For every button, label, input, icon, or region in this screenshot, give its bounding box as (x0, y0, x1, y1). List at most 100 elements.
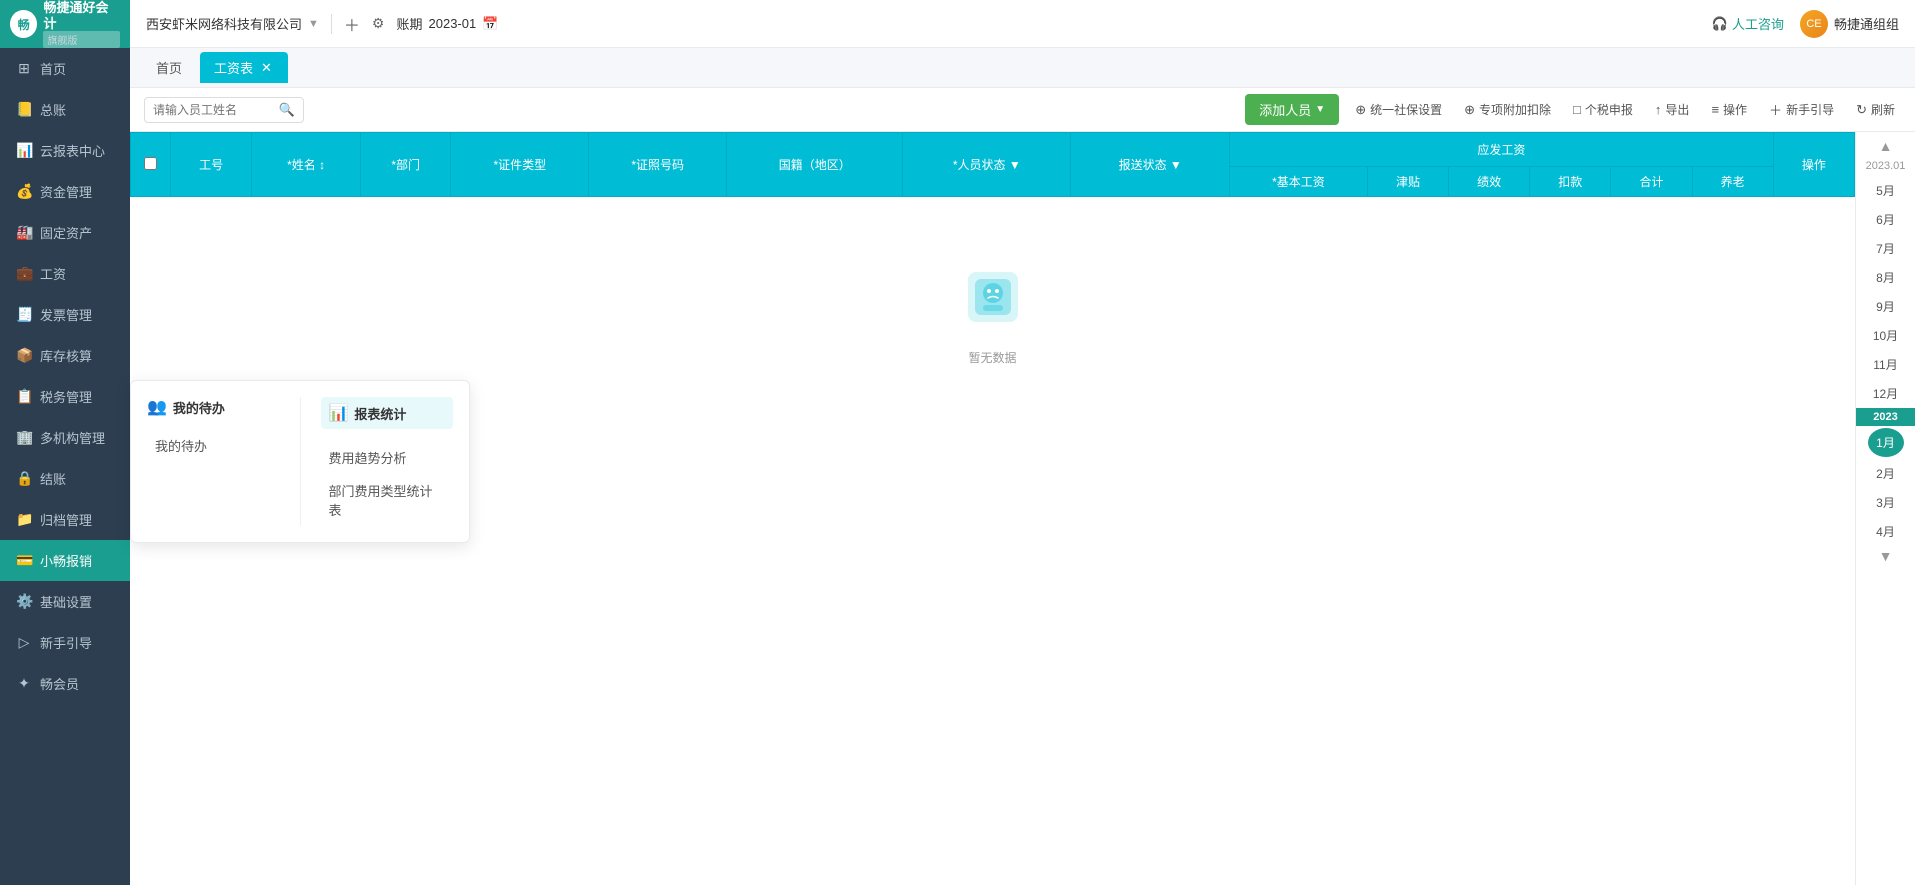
logo-title: 畅捷通好会计 (43, 0, 120, 31)
topbar-add-button[interactable]: ＋ (344, 12, 360, 36)
month-1-2023-active[interactable]: 1月 (1868, 428, 1904, 457)
sidebar-label-asset: 固定资产 (40, 223, 92, 242)
current-year-badge: 2023 (1856, 408, 1915, 426)
month-11-2022[interactable]: 11月 (1856, 350, 1915, 379)
month-8-2022[interactable]: 8月 (1856, 263, 1915, 292)
sidebar-item-fund[interactable]: 💰 资金管理 (0, 171, 130, 212)
tab-salary[interactable]: 工资表 ✕ (200, 52, 288, 83)
export-icon: ↑ (1655, 102, 1662, 117)
sidebar-item-asset[interactable]: 🏭 固定资产 (0, 212, 130, 253)
sidebar-item-basic[interactable]: ⚙️ 基础设置 (0, 581, 130, 622)
headset-icon: 🎧 (1712, 16, 1728, 32)
period-label: 账期 (396, 14, 422, 33)
period-value: 2023-01 (429, 16, 477, 31)
tab-home-label: 首页 (156, 58, 182, 77)
sidebar-items: ⊞ 首页 📒 总账 📊 云报表中心 💰 资金管理 🏭 固定资产 💼 工资 🧾 发… (0, 48, 130, 704)
popup-item-dept-cost[interactable]: 部门费用类型统计表 (321, 474, 454, 526)
sidebar-logo: 畅 畅捷通好会计 旗舰版 (0, 0, 130, 48)
month-6-2022[interactable]: 6月 (1856, 205, 1915, 234)
sidebar-item-member[interactable]: ✦ 畅会员 (0, 663, 130, 704)
th-report-status: 报送状态 ▼ (1071, 133, 1230, 197)
refresh-label: 刷新 (1871, 101, 1895, 118)
sidebar-item-invoice[interactable]: 🧾 发票管理 (0, 294, 130, 335)
tab-home[interactable]: 首页 (142, 52, 196, 83)
special-deduct-button[interactable]: ⊕ 专项附加扣除 (1458, 97, 1557, 122)
search-box[interactable]: 🔍 (144, 97, 304, 123)
social-insurance-button[interactable]: ⊕ 统一社保设置 (1349, 97, 1448, 122)
toolbar-actions: 添加人员 ▼ ⊕ 统一社保设置 ⊕ 专项附加扣除 □ 个税申报 ↑ 导出 ≡ 操… (1245, 94, 1901, 125)
sidebar-item-multi-org[interactable]: 🏢 多机构管理 (0, 417, 130, 458)
company-dropdown-icon: ▼ (308, 18, 319, 30)
sidebar-item-ledger[interactable]: 📒 总账 (0, 89, 130, 130)
popup-row: 👥 我的待办 我的待办 📊 报表统计 费用趋势分析 部门费用类型统计表 (147, 397, 453, 526)
popup-item-cost-trend[interactable]: 费用趋势分析 (321, 441, 454, 474)
month-5-2022[interactable]: 5月 (1856, 176, 1915, 205)
select-all-checkbox[interactable] (144, 157, 157, 170)
sidebar-label-xiao-chang-xiao: 小畅报销 (40, 551, 92, 570)
sidebar-icon-ledger: 📒 (16, 101, 32, 118)
month-7-2022[interactable]: 7月 (1856, 234, 1915, 263)
operation-button[interactable]: ≡ 操作 (1705, 97, 1753, 122)
th-bonus: 津贴 (1367, 167, 1448, 197)
th-pension: 养老 (1692, 167, 1773, 197)
th-name: *姓名 ↕ (252, 133, 361, 197)
popup-section1-icon: 👥 (147, 397, 167, 417)
user-menu[interactable]: CE 畅捷通组组 (1800, 10, 1899, 38)
refresh-button[interactable]: ↻ 刷新 (1850, 97, 1901, 122)
sidebar-icon-home: ⊞ (16, 60, 32, 77)
sidebar-item-guide[interactable]: ▷ 新手引导 (0, 622, 130, 663)
year-2023-label: 2023.01 (1866, 156, 1906, 176)
th-base-salary: *基本工资 (1230, 167, 1368, 197)
add-person-button[interactable]: 添加人员 ▼ (1245, 94, 1339, 125)
popup-section1-label: 我的待办 (173, 398, 225, 417)
tabbar: 首页 工资表 ✕ (130, 48, 1915, 88)
sidebar-label-ledger: 总账 (40, 100, 66, 119)
sidebar-label-archive: 归档管理 (40, 510, 92, 529)
toolbar: 🔍 添加人员 ▼ ⊕ 统一社保设置 ⊕ 专项附加扣除 □ 个税申报 ↑ 导出 (130, 88, 1915, 132)
search-icon: 🔍 (279, 102, 295, 118)
right-panel-nav-up[interactable]: ▲ (1872, 136, 1900, 156)
sidebar-item-inventory[interactable]: 📦 库存核算 (0, 335, 130, 376)
empty-text: 暂无数据 (968, 349, 1016, 366)
popup-col-left: 👥 我的待办 我的待办 (147, 397, 280, 526)
popup-item-my-todo[interactable]: 我的待办 (147, 429, 280, 462)
tax-report-button[interactable]: □ 个税申报 (1567, 97, 1639, 122)
tab-close-button[interactable]: ✕ (259, 61, 274, 74)
sidebar-item-close[interactable]: 🔒 结账 (0, 458, 130, 499)
th-person-status: *人员状态 ▼ (903, 133, 1071, 197)
sidebar-item-home[interactable]: ⊞ 首页 (0, 48, 130, 89)
logo-sub: 旗舰版 (43, 31, 120, 48)
sidebar-icon-fund: 💰 (16, 183, 32, 200)
month-3-2023[interactable]: 3月 (1856, 488, 1915, 517)
month-12-2022[interactable]: 12月 (1856, 379, 1915, 408)
popup-menu: 👥 我的待办 我的待办 📊 报表统计 费用趋势分析 部门费用类型统计表 (130, 380, 470, 543)
sidebar-item-archive[interactable]: 📁 归档管理 (0, 499, 130, 540)
month-9-2022[interactable]: 9月 (1856, 292, 1915, 321)
add-person-label: 添加人员 (1259, 100, 1311, 119)
sidebar-item-salary[interactable]: 💼 工资 (0, 253, 130, 294)
right-panel-nav-down[interactable]: ▼ (1872, 546, 1900, 566)
popup-col-right: 📊 报表统计 费用趋势分析 部门费用类型统计表 (321, 397, 454, 526)
export-button[interactable]: ↑ 导出 (1649, 97, 1696, 122)
month-2-2023[interactable]: 2月 (1856, 459, 1915, 488)
month-10-2022[interactable]: 10月 (1856, 321, 1915, 350)
social-insurance-label: 统一社保设置 (1370, 101, 1442, 118)
new-guide-button[interactable]: ＋ 新手引导 (1763, 96, 1840, 123)
new-guide-icon: ＋ (1769, 100, 1782, 119)
search-input[interactable] (153, 103, 273, 117)
calendar-icon[interactable]: 📅 (482, 16, 498, 32)
th-checkbox[interactable] (131, 133, 171, 197)
sidebar-item-cloud-report[interactable]: 📊 云报表中心 (0, 130, 130, 171)
topbar-settings-icon[interactable]: ⚙ (372, 15, 385, 32)
sidebar-icon-guide: ▷ (16, 634, 32, 651)
service-button[interactable]: 🎧 人工咨询 (1712, 14, 1784, 33)
empty-icon (953, 257, 1033, 337)
company-selector[interactable]: 西安虾米网络科技有限公司 ▼ (146, 14, 319, 33)
sidebar-label-fund: 资金管理 (40, 182, 92, 201)
sidebar-icon-xiao-chang-xiao: 💳 (16, 552, 32, 569)
month-4-2023[interactable]: 4月 (1856, 517, 1915, 546)
sidebar-item-xiao-chang-xiao[interactable]: 💳 小畅报销 (0, 540, 130, 581)
sidebar-label-invoice: 发票管理 (40, 305, 92, 324)
th-operation: 操作 (1773, 133, 1854, 197)
sidebar-item-tax[interactable]: 📋 税务管理 (0, 376, 130, 417)
